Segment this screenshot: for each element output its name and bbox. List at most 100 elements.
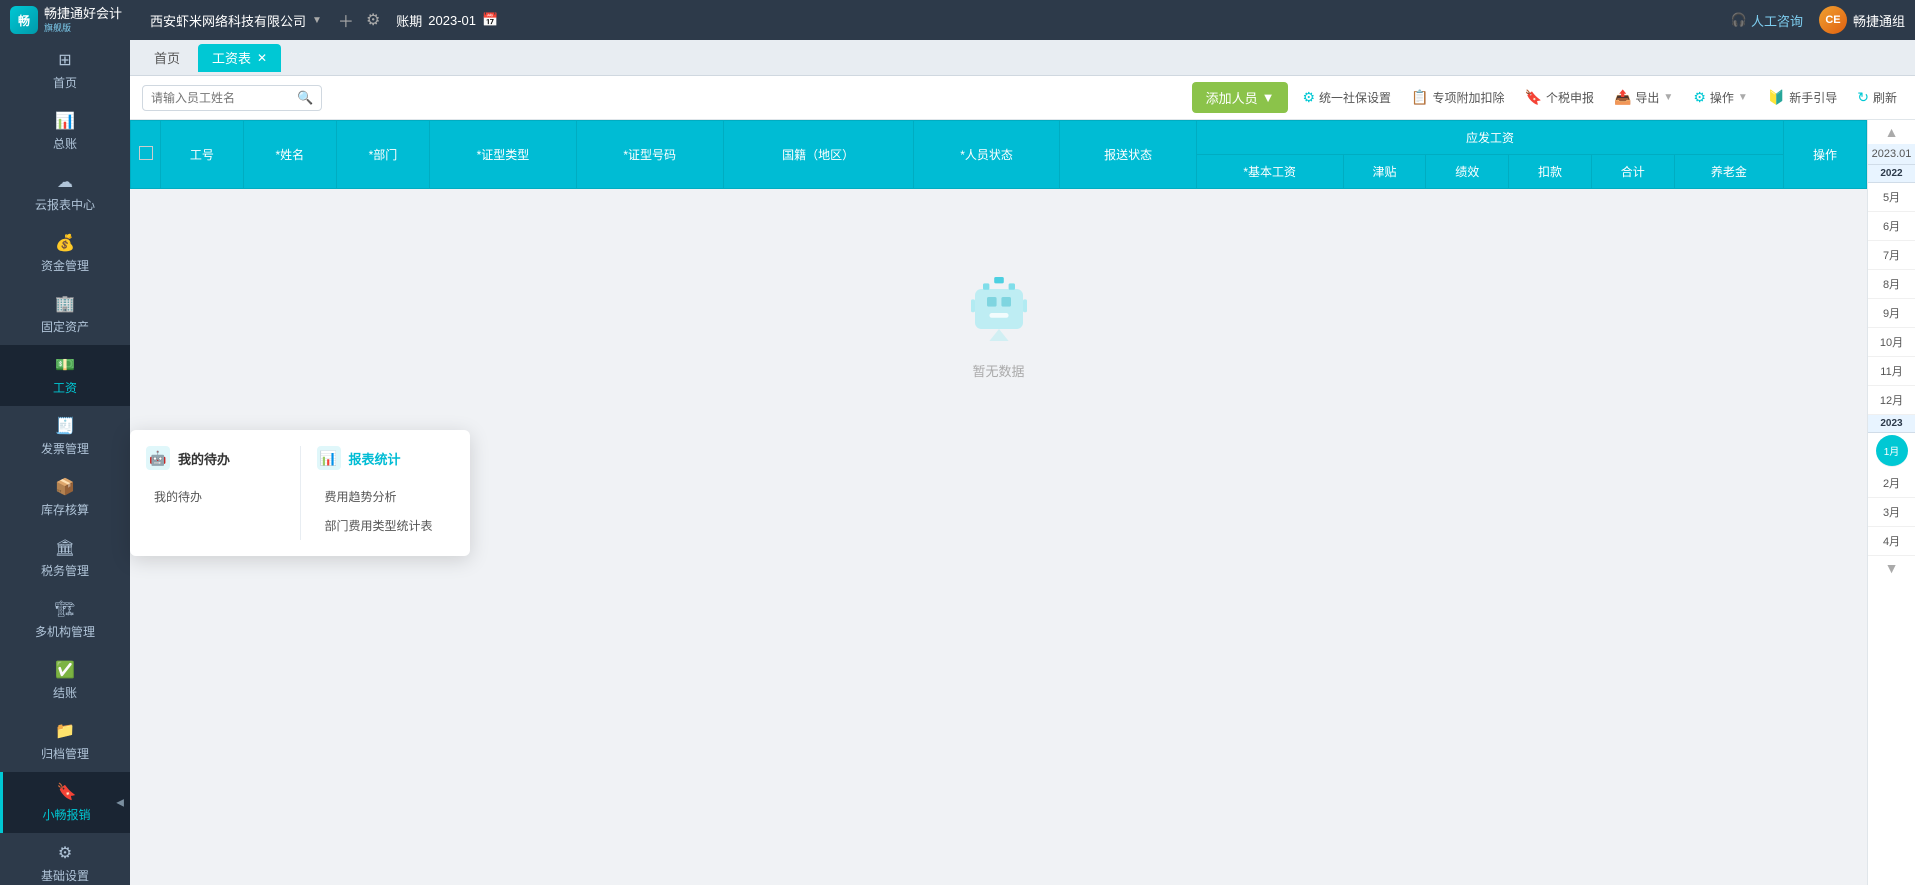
popup-item-mytodo[interactable]: 我的待办 [146, 482, 284, 511]
sidebar-label-ledger: 总账 [53, 135, 77, 152]
month-may-2022[interactable]: 5月 [1868, 183, 1915, 212]
month-oct-2022[interactable]: 10月 [1868, 328, 1915, 357]
th-total: 合计 [1591, 155, 1674, 189]
operations-icon: ⚙ [1693, 89, 1706, 106]
company-dropdown-arrow[interactable]: ▼ [312, 15, 322, 26]
period-label: 账期 [396, 11, 422, 30]
sidebar-item-home[interactable]: ⊞ 首页 [0, 40, 130, 101]
month-apr-2023[interactable]: 4月 [1868, 527, 1915, 556]
month-nav-up[interactable]: ▲ [1868, 120, 1915, 144]
search-input[interactable] [151, 91, 291, 105]
add-icon[interactable]: ＋ [338, 8, 354, 32]
month-sidebar: ▲ 2023.01 2022 5月 6月 7月 8月 9月 10月 11月 12… [1867, 120, 1915, 885]
sidebar-label-closing: 结账 [53, 684, 77, 701]
year-2023-label: 2023 [1868, 415, 1915, 433]
month-jun-2022[interactable]: 6月 [1868, 212, 1915, 241]
month-nav-down[interactable]: ▼ [1868, 556, 1915, 580]
refresh-action[interactable]: ↻ 刷新 [1851, 85, 1903, 110]
sidebar-label-cloud: 云报表中心 [35, 196, 95, 213]
th-id-no: *证型号码 [576, 121, 723, 189]
settings-icon[interactable]: ⚙ [366, 10, 380, 30]
sidebar-item-tax[interactable]: 🏛 税务管理 [0, 528, 130, 589]
tab-salary[interactable]: 工资表 ✕ [198, 44, 281, 72]
sidebar-item-fund[interactable]: 💰 资金管理 [0, 223, 130, 284]
empty-text: 暂无数据 [972, 361, 1024, 380]
logo-initials: 畅 [18, 12, 30, 29]
user-area[interactable]: CE 畅捷通组 [1819, 6, 1905, 34]
th-allowance: 津贴 [1343, 155, 1426, 189]
calendar-icon[interactable]: 📅 [482, 12, 498, 28]
export-action[interactable]: 📤 导出 ▼ [1608, 85, 1679, 110]
top-bar: 畅 畅捷通好会计 旗舰版 西安虾米网络科技有限公司 ▼ ＋ ⚙ 账期 2023-… [0, 0, 1915, 40]
top-right: 🎧 人工咨询 CE 畅捷通组 [1731, 6, 1905, 34]
fund-icon: 💰 [55, 233, 75, 253]
company-area[interactable]: 西安虾米网络科技有限公司 ▼ [150, 11, 322, 30]
sidebar-item-settings[interactable]: ⚙ 基础设置 [0, 833, 130, 885]
month-jan-2023[interactable]: 1月 [1876, 435, 1908, 467]
th-operation: 操作 [1784, 121, 1867, 189]
ledger-icon: 📊 [55, 111, 75, 131]
settings-gear-icon: ⚙ [58, 843, 72, 863]
sidebar-item-cloud[interactable]: ☁ 云报表中心 [0, 162, 130, 223]
sidebar-item-inventory[interactable]: 📦 库存核算 [0, 467, 130, 528]
empty-robot-icon [959, 269, 1039, 349]
refresh-label: 刷新 [1873, 89, 1897, 106]
special-deduction-action[interactable]: 📋 专项附加扣除 [1405, 85, 1510, 110]
month-dec-2022[interactable]: 12月 [1868, 386, 1915, 415]
sidebar-label-assets: 固定资产 [41, 318, 89, 335]
month-year-header-2022: 2023.01 [1868, 144, 1915, 165]
popup-item-expense-trend[interactable]: 费用趋势分析 [317, 482, 455, 511]
tab-home[interactable]: 首页 [140, 44, 194, 72]
popup-panel: 🤖 我的待办 我的待办 📊 报表统计 费用趋势分析 部门费用类型统计表 [130, 430, 470, 556]
sidebar-label-salary: 工资 [53, 379, 77, 396]
multi-org-icon: 🏗 [55, 599, 75, 619]
sidebar-item-expense[interactable]: 🔖 小畅报销 ◀ [0, 772, 130, 833]
sidebar-item-ledger[interactable]: 📊 总账 [0, 101, 130, 162]
sidebar-label-inventory: 库存核算 [41, 501, 89, 518]
search-icon: 🔍 [297, 90, 313, 106]
export-label: 导出 [1635, 89, 1659, 106]
sidebar-item-closing[interactable]: ✅ 结账 [0, 650, 130, 711]
service-button[interactable]: 🎧 人工咨询 [1731, 11, 1803, 30]
sidebar-item-assets[interactable]: 🏢 固定资产 [0, 284, 130, 345]
checkbox-header[interactable] [131, 121, 161, 189]
operations-action[interactable]: ⚙ 操作 ▼ [1687, 85, 1753, 110]
th-status: *人员状态 [913, 121, 1060, 189]
social-security-action[interactable]: ⚙ 统一社保设置 [1296, 85, 1397, 110]
user-name: 畅捷通组 [1853, 11, 1905, 30]
refresh-icon: ↻ [1857, 89, 1869, 106]
popup-item-dept-expense[interactable]: 部门费用类型统计表 [317, 511, 455, 540]
popup-todo-title: 我的待办 [178, 449, 230, 468]
tax-filing-action[interactable]: 🔖 个税申报 [1519, 85, 1600, 110]
salary-icon: 💵 [55, 355, 75, 375]
add-person-button[interactable]: 添加人员 ▼ [1192, 82, 1289, 113]
tab-close-icon[interactable]: ✕ [257, 51, 267, 65]
th-employee-id: 工号 [161, 121, 244, 189]
th-salary-group: 应发工资 [1196, 121, 1783, 155]
month-nov-2022[interactable]: 11月 [1868, 357, 1915, 386]
th-name: *姓名 [243, 121, 336, 189]
guide-toolbar-icon: 🔰 [1768, 89, 1785, 106]
select-all-checkbox[interactable] [139, 146, 153, 160]
sidebar-item-salary[interactable]: 💵 工资 [0, 345, 130, 406]
popup-cols: 🤖 我的待办 我的待办 📊 报表统计 费用趋势分析 部门费用类型统计表 [146, 446, 454, 540]
popup-col-todo: 🤖 我的待办 我的待办 [146, 446, 284, 540]
social-security-label: 统一社保设置 [1319, 89, 1391, 106]
operations-arrow-icon: ▼ [1738, 92, 1748, 103]
sidebar-item-archive[interactable]: 📁 归档管理 [0, 711, 130, 772]
home-icon: ⊞ [58, 50, 71, 70]
sidebar-item-invoice[interactable]: 🧾 发票管理 [0, 406, 130, 467]
top-bar-actions: ＋ ⚙ [338, 8, 380, 32]
popup-col-report: 📊 报表统计 费用趋势分析 部门费用类型统计表 [317, 446, 455, 540]
month-sep-2022[interactable]: 9月 [1868, 299, 1915, 328]
search-box[interactable]: 🔍 [142, 85, 322, 111]
month-jul-2022[interactable]: 7月 [1868, 241, 1915, 270]
invoice-icon: 🧾 [55, 416, 75, 436]
month-feb-2023[interactable]: 2月 [1868, 469, 1915, 498]
period-area: 账期 2023-01 📅 [396, 11, 498, 30]
sidebar-item-multi-org[interactable]: 🏗 多机构管理 [0, 589, 130, 650]
tax-filing-icon: 🔖 [1525, 89, 1542, 106]
month-mar-2023[interactable]: 3月 [1868, 498, 1915, 527]
guide-action[interactable]: 🔰 新手引导 [1762, 85, 1843, 110]
month-aug-2022[interactable]: 8月 [1868, 270, 1915, 299]
